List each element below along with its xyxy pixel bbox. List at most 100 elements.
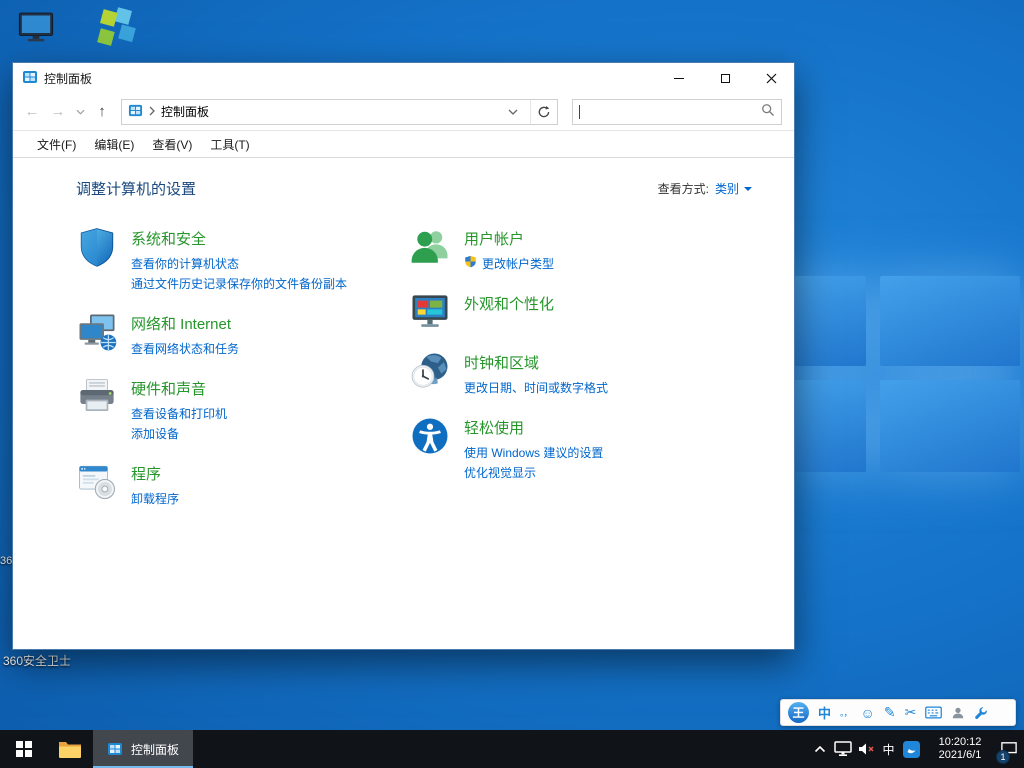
category-programs: 程序 卸载程序 [76,461,409,509]
notification-badge: 1 [996,750,1010,764]
ease-of-access-icon[interactable] [409,415,451,457]
ime-toolbar: 王 中 。， ☺ ✎ ✂ [780,699,1016,726]
category-task-link[interactable]: 优化视觉显示 [464,463,603,483]
maximize-icon [721,74,730,83]
windows-logo-pane [880,380,1020,472]
category-network-internet: 网络和 Internet 查看网络状态和任务 [76,311,409,359]
search-icon[interactable] [761,103,775,120]
system-security-shield-icon[interactable] [76,226,118,268]
action-center-button[interactable]: 1 [997,730,1020,768]
desktop: 360安全卫士 360安全卫士 控制面板 ← → ↑ [0,0,1024,768]
menu-edit[interactable]: 编辑(E) [86,136,142,153]
user-accounts-icon[interactable] [409,226,451,268]
breadcrumb-chevron-icon[interactable] [149,105,155,119]
taskbar-file-explorer[interactable] [47,730,93,768]
view-by-value: 类别 [715,180,739,197]
tray-network-icon[interactable] [831,730,854,768]
category-appearance-personalization: 外观和个性化 [409,291,742,333]
category-clock-region: 时钟和区域 更改日期、时间或数字格式 [409,350,742,398]
ime-keyboard-icon[interactable] [925,706,942,719]
category-ease-of-access: 轻松使用 使用 Windows 建议的设置 优化视觉显示 [409,415,742,483]
category-task-link[interactable]: 查看设备和打印机 [131,404,227,424]
category-task-link[interactable]: 更改日期、时间或数字格式 [464,378,608,398]
category-task-link[interactable]: 添加设备 [131,424,227,444]
category-task-link[interactable]: 查看网络状态和任务 [131,339,239,359]
start-button[interactable] [0,730,47,768]
desktop-icon-pinwheel-app[interactable] [93,5,139,51]
close-icon [766,73,777,84]
address-bar[interactable]: 控制面板 [121,99,558,125]
menu-file[interactable]: 文件(F) [29,136,84,153]
category-title-link[interactable]: 轻松使用 [464,417,603,438]
category-title-link[interactable]: 外观和个性化 [464,293,554,314]
wallpaper-windows-logo [792,276,1020,472]
ime-emoji-icon[interactable]: ☺ [861,705,875,721]
tray-volume-muted-icon[interactable] [854,730,877,768]
category-task-link[interactable]: 通过文件历史记录保存你的文件备份副本 [131,274,347,294]
menu-tools[interactable]: 工具(T) [202,136,257,153]
category-title-link[interactable]: 硬件和声音 [131,378,227,399]
chevron-down-icon [744,187,752,191]
category-title-link[interactable]: 网络和 Internet [131,313,239,334]
view-by-label: 查看方式: [658,180,709,197]
recent-pages-chevron-icon[interactable] [73,109,87,115]
tray-show-hidden-icons[interactable] [808,730,831,768]
ime-lang-mode[interactable]: 中 [818,703,831,722]
view-by-selector[interactable]: 类别 [715,180,752,197]
back-button[interactable]: ← [21,103,43,120]
window-titlebar[interactable]: 控制面板 [13,63,794,93]
menu-view[interactable]: 查看(V) [144,136,200,153]
menu-bar: 文件(F) 编辑(E) 查看(V) 工具(T) [13,131,794,158]
category-task-link[interactable]: 卸载程序 [131,489,179,509]
page-title: 调整计算机的设置 [76,178,196,199]
category-title-link[interactable]: 用户帐户 [464,228,554,249]
tray-ime-mode[interactable]: 中 [877,730,900,768]
control-panel-window: 控制面板 ← → ↑ 控制 [12,62,795,650]
clock-region-icon[interactable] [409,350,451,392]
minimize-button[interactable] [656,63,702,93]
tray-ime-app-icon[interactable] [900,730,923,768]
address-dropdown-icon[interactable] [502,109,524,115]
category-task-label: 更改帐户类型 [482,254,554,274]
forward-button[interactable]: → [47,103,69,120]
close-button[interactable] [748,63,794,93]
appearance-personalization-icon[interactable] [409,291,451,333]
taskbar-control-panel[interactable]: 控制面板 [93,730,193,768]
desktop-icon-label-security-app: 360安全卫士 [3,652,71,669]
ime-toolbox-icon[interactable] [974,706,988,720]
clock-date: 2021/6/1 [929,749,991,762]
minimize-icon [674,78,684,79]
printer-icon[interactable] [76,376,118,418]
folder-icon [58,739,82,759]
category-title-link[interactable]: 系统和安全 [131,228,347,249]
window-title: 控制面板 [44,70,92,87]
category-user-accounts: 用户帐户 更改帐户类型 [409,226,742,274]
taskbar: 控制面板 中 10:20:12 2021/6/1 1 [0,730,1024,768]
up-button[interactable]: ↑ [91,103,113,120]
refresh-icon [537,105,551,119]
ime-punctuation-icon[interactable]: 。， [840,706,852,719]
category-title-link[interactable]: 时钟和区域 [464,352,608,373]
category-task-link[interactable]: 查看你的计算机状态 [131,254,347,274]
ime-profile-icon[interactable] [951,706,965,720]
chevron-up-icon [814,745,826,753]
search-box[interactable] [572,99,782,125]
clock-time: 10:20:12 [929,736,991,749]
category-title-link[interactable]: 程序 [131,463,179,484]
maximize-button[interactable] [702,63,748,93]
network-internet-icon[interactable] [76,311,118,353]
programs-icon[interactable] [76,461,118,503]
desktop-icon-this-pc[interactable] [16,8,56,48]
ime-logo-badge[interactable]: 王 [788,702,809,723]
tray-clock[interactable]: 10:20:12 2021/6/1 [929,736,991,762]
category-task-link[interactable]: 更改帐户类型 [464,254,554,274]
system-tray: 中 10:20:12 2021/6/1 1 [808,730,1024,768]
control-panel-icon [107,741,123,757]
category-task-link[interactable]: 使用 Windows 建议的设置 [464,443,603,463]
breadcrumb[interactable]: 控制面板 [161,103,209,120]
ime-pencil-icon[interactable]: ✎ [884,704,896,721]
refresh-button[interactable] [530,100,557,124]
pinwheel-icon [93,5,139,51]
text-caret [579,105,580,119]
ime-scissors-icon[interactable]: ✂ [905,704,917,721]
